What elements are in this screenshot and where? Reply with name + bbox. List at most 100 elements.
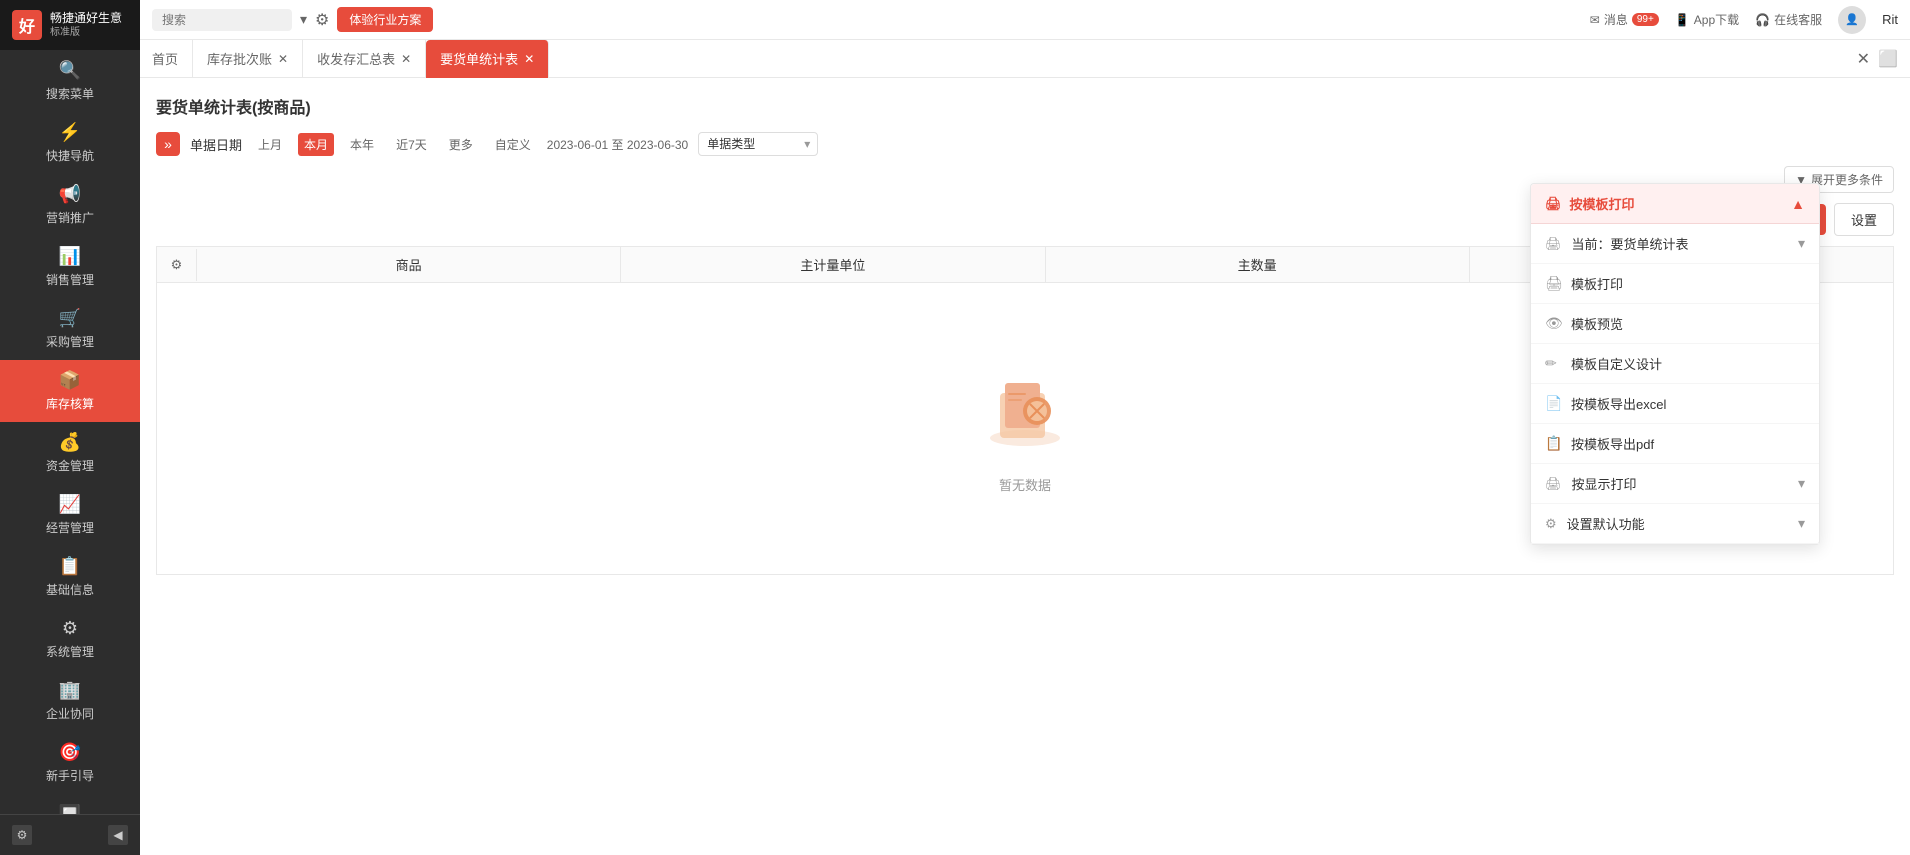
default-function-arrow: ▾ — [1798, 515, 1805, 532]
purchase-icon: 🛒 — [59, 308, 81, 329]
sidebar-item-system[interactable]: ⚙ 系统管理 — [0, 608, 140, 670]
sidebar-item-inventory[interactable]: 📦 库存核算 — [0, 360, 140, 422]
tab-receivables-summary[interactable]: 收发存汇总表 ✕ — [303, 40, 426, 78]
sidebar-item-app-center[interactable]: 🔲 应用中心 — [0, 794, 140, 814]
sidebar-item-quick-nav[interactable]: ⚡ 快捷导航 — [0, 112, 140, 174]
dropdown-default-function[interactable]: ⚙ 设置默认功能 ▾ — [1531, 504, 1819, 544]
collapse-sidebar-btn[interactable]: ◀ — [108, 825, 128, 845]
dropdown-header: 🖨 按模板打印 ▲ — [1531, 184, 1819, 224]
topbar-dropdown-btn[interactable]: ▾ — [300, 11, 307, 28]
sidebar-item-basic-info[interactable]: 📋 基础信息 — [0, 546, 140, 608]
sidebar-item-enterprise[interactable]: 🏢 企业协同 — [0, 670, 140, 732]
sales-icon: 📊 — [59, 246, 81, 267]
default-function-icon: ⚙ — [1545, 516, 1557, 532]
logo-icon: 好 — [12, 10, 42, 40]
dropdown-item-export-excel[interactable]: 📄 按模板导出excel — [1531, 384, 1819, 424]
tab-close-order-statistics[interactable]: ✕ — [524, 52, 534, 66]
template-preview-icon: 👁 — [1545, 315, 1561, 332]
date-btn-more[interactable]: 更多 — [443, 133, 479, 156]
date-btn-last-7-days[interactable]: 近7天 — [390, 133, 433, 156]
display-print-arrow: ▾ — [1798, 475, 1805, 492]
message-icon: ✉ — [1590, 13, 1600, 27]
dropdown-item-template-custom[interactable]: ✏ 模板自定义设计 — [1531, 344, 1819, 384]
sidebar-footer: ⚙ ◀ — [0, 814, 140, 855]
inventory-icon: 📦 — [59, 370, 81, 391]
th-unit: 主计量单位 — [621, 247, 1045, 282]
filter-expand-btn[interactable]: » — [156, 132, 180, 156]
tab-close-inventory-batch[interactable]: ✕ — [278, 52, 288, 66]
table-setting-btn[interactable]: ⚙ — [157, 249, 197, 281]
trial-btn[interactable]: 体验行业方案 — [337, 7, 433, 32]
dropdown-title: 🖨 按模板打印 — [1545, 194, 1635, 213]
dropdown-header-controls: ▲ — [1791, 196, 1805, 212]
close-window-btn[interactable]: ✕ — [1857, 49, 1870, 69]
topbar-gear-btn[interactable]: ⚙ — [315, 10, 329, 30]
system-icon: ⚙ — [62, 618, 78, 639]
date-range-display: 2023-06-01 至 2023-06-30 — [547, 136, 688, 153]
app-download-btn[interactable]: 📱 App下载 — [1675, 11, 1739, 28]
sidebar-item-operations[interactable]: 📈 经营管理 — [0, 484, 140, 546]
online-service-btn[interactable]: 🎧 在线客服 — [1755, 11, 1822, 28]
date-btn-prev-month[interactable]: 上月 — [252, 133, 288, 156]
tab-close-receivables[interactable]: ✕ — [401, 52, 411, 66]
search-icon: 🔍 — [59, 60, 81, 81]
app-download-icon: 📱 — [1675, 13, 1690, 27]
topbar: ▾ ⚙ 体验行业方案 ✉ 消息 99+ 📱 App下载 🎧 在线客服 👤 Rit — [140, 0, 1910, 40]
app-name: 畅捷通好生意 标准版 — [50, 11, 122, 40]
dropdown-collapse-icon[interactable]: ▲ — [1791, 196, 1805, 212]
headset-icon: 🎧 — [1755, 13, 1770, 27]
export-excel-icon: 📄 — [1545, 395, 1561, 412]
window-controls: ✕ ⬜ — [1857, 49, 1898, 69]
user-name: Rit — [1882, 12, 1898, 27]
current-template-arrow: ▾ — [1798, 235, 1805, 252]
sidebar-item-finance[interactable]: 💰 资金管理 — [0, 422, 140, 484]
app-center-icon: 🔲 — [59, 804, 81, 814]
main-area: ▾ ⚙ 体验行业方案 ✉ 消息 99+ 📱 App下载 🎧 在线客服 👤 Rit — [140, 0, 1910, 855]
maximize-window-btn[interactable]: ⬜ — [1878, 49, 1898, 69]
dropdown-item-export-pdf[interactable]: 📋 按模板导出pdf — [1531, 424, 1819, 464]
topbar-actions: ✉ 消息 99+ 📱 App下载 🎧 在线客服 👤 Rit — [1590, 6, 1898, 34]
empty-text: 暂无数据 — [999, 475, 1051, 494]
dropdown-print-icon: 🖨 — [1545, 196, 1562, 212]
date-btn-custom[interactable]: 自定义 — [489, 133, 537, 156]
tab-order-statistics[interactable]: 要货单统计表 ✕ — [426, 40, 549, 78]
sidebar: 好 畅捷通好生意 标准版 🔍 搜索菜单 ⚡ 快捷导航 📢 营销推广 📊 销售管理… — [0, 0, 140, 855]
print-dropdown-menu: 🖨 按模板打印 ▲ 🖨 当前：要货单统计表 ▾ 🖨 模板打印 — [1530, 183, 1820, 545]
type-select-wrap: 单据类型 全部 要货单 退货单 ▾ — [698, 132, 818, 156]
dropdown-current-template[interactable]: 🖨 当前：要货单统计表 ▾ — [1531, 224, 1819, 264]
sidebar-item-newbie[interactable]: 🎯 新手引导 — [0, 732, 140, 794]
export-pdf-icon: 📋 — [1545, 435, 1561, 452]
template-custom-icon: ✏ — [1545, 355, 1561, 372]
empty-icon — [975, 363, 1075, 463]
sidebar-item-purchase[interactable]: 🛒 采购管理 — [0, 298, 140, 360]
current-template-icon: 🖨 — [1545, 236, 1562, 252]
date-label: 单据日期 — [190, 135, 242, 154]
dropdown-item-template-print[interactable]: 🖨 模板打印 — [1531, 264, 1819, 304]
date-btn-current-month[interactable]: 本月 — [298, 133, 334, 156]
user-avatar-icon: 👤 — [1845, 13, 1859, 26]
page-title: 要货单统计表(按商品) — [156, 94, 1894, 118]
messages-badge: 99+ — [1632, 13, 1659, 26]
settings-footer-btn[interactable]: ⚙ — [12, 825, 32, 845]
template-print-icon: 🖨 — [1545, 275, 1561, 292]
tab-home[interactable]: 首页 — [152, 40, 193, 78]
dropdown-item-template-preview[interactable]: 👁 模板预览 — [1531, 304, 1819, 344]
tab-inventory-batch[interactable]: 库存批次账 ✕ — [193, 40, 303, 78]
sidebar-item-marketing[interactable]: 📢 营销推广 — [0, 174, 140, 236]
filter-bar: » 单据日期 上月 本月 本年 近7天 更多 自定义 2023-06-01 至 … — [156, 132, 1894, 156]
messages-btn[interactable]: ✉ 消息 99+ — [1590, 11, 1659, 28]
type-select[interactable]: 单据类型 全部 要货单 退货单 — [698, 132, 818, 156]
app-logo: 好 畅捷通好生意 标准版 — [0, 0, 140, 50]
date-btn-current-year[interactable]: 本年 — [344, 133, 380, 156]
settings-btn[interactable]: 设置 — [1834, 203, 1894, 236]
tabbar: 首页 库存批次账 ✕ 收发存汇总表 ✕ 要货单统计表 ✕ ✕ ⬜ — [140, 40, 1910, 78]
newbie-icon: 🎯 — [59, 742, 81, 763]
display-print-icon: 🖨 — [1545, 476, 1562, 492]
sidebar-item-search[interactable]: 🔍 搜索菜单 — [0, 50, 140, 112]
topbar-search-input[interactable] — [152, 9, 292, 31]
th-quantity: 主数量 — [1046, 247, 1470, 282]
marketing-icon: 📢 — [59, 184, 81, 205]
sidebar-item-sales[interactable]: 📊 销售管理 — [0, 236, 140, 298]
user-avatar[interactable]: 👤 — [1838, 6, 1866, 34]
dropdown-display-print[interactable]: 🖨 按显示打印 ▾ — [1531, 464, 1819, 504]
